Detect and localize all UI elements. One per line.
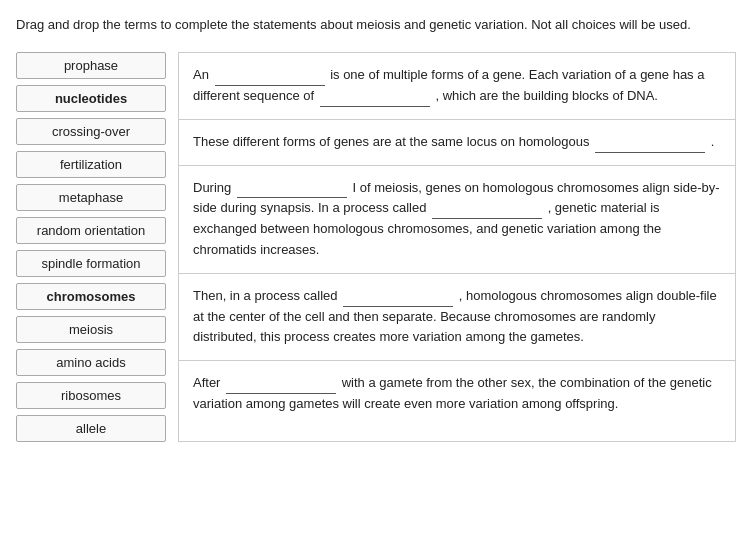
- term-box[interactable]: amino acids: [16, 349, 166, 376]
- statement-1: An is one of multiple forms of a gene. E…: [179, 53, 735, 120]
- instructions-text: Drag and drop the terms to complete the …: [16, 16, 736, 34]
- statement-4: Then, in a process called , homologous c…: [179, 274, 735, 361]
- statement-3: During I of meiosis, genes on homologous…: [179, 166, 735, 274]
- term-box[interactable]: prophase: [16, 52, 166, 79]
- term-box[interactable]: random orientation: [16, 217, 166, 244]
- term-box[interactable]: allele: [16, 415, 166, 442]
- term-box[interactable]: nucleotides: [16, 85, 166, 112]
- statement-2: These different forms of genes are at th…: [179, 120, 735, 166]
- blank[interactable]: [226, 380, 336, 394]
- term-box[interactable]: spindle formation: [16, 250, 166, 277]
- term-box[interactable]: fertilization: [16, 151, 166, 178]
- statement-5: After with a gamete from the other sex, …: [179, 361, 735, 427]
- blank[interactable]: [343, 293, 453, 307]
- blank[interactable]: [320, 93, 430, 107]
- term-box[interactable]: meiosis: [16, 316, 166, 343]
- term-box[interactable]: crossing-over: [16, 118, 166, 145]
- terms-column: prophase nucleotides crossing-over fertiliz…: [16, 52, 166, 442]
- blank[interactable]: [215, 72, 325, 86]
- blank[interactable]: [432, 205, 542, 219]
- term-box[interactable]: chromosomes: [16, 283, 166, 310]
- blank[interactable]: [237, 184, 347, 198]
- term-box[interactable]: metaphase: [16, 184, 166, 211]
- statements-column: An is one of multiple forms of a gene. E…: [178, 52, 736, 442]
- main-layout: prophase nucleotides crossing-over fertiliz…: [16, 52, 736, 442]
- term-box[interactable]: ribosomes: [16, 382, 166, 409]
- blank[interactable]: [595, 139, 705, 153]
